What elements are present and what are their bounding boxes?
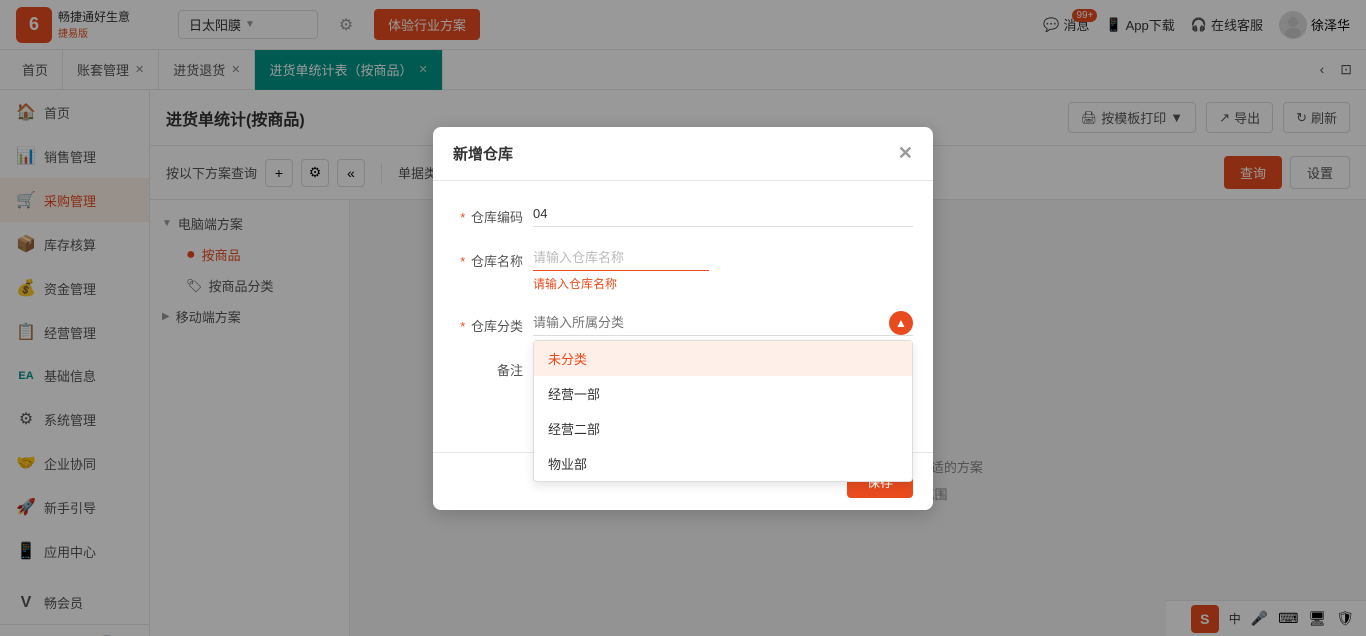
- warehouse-category-label: * 仓库分类: [453, 310, 533, 335]
- add-warehouse-modal: 新增仓库 ✕ * 仓库编码 * 仓库名称: [433, 127, 933, 510]
- category-dropdown-icon[interactable]: ▲: [889, 311, 913, 335]
- modal-overlay: 新增仓库 ✕ * 仓库编码 * 仓库名称: [0, 0, 1366, 636]
- dropdown-item-ops2[interactable]: 经营二部: [534, 411, 912, 446]
- warehouse-note-label: 备注: [453, 354, 533, 379]
- category-dropdown-list: 未分类 经营一部 经营二部 物业部: [533, 340, 913, 482]
- warehouse-code-row: * 仓库编码: [453, 201, 913, 227]
- warehouse-name-input[interactable]: [533, 245, 709, 271]
- warehouse-name-row: * 仓库名称 请输入仓库名称: [453, 245, 913, 292]
- modal-close-icon[interactable]: ✕: [898, 143, 913, 164]
- dropdown-item-property[interactable]: 物业部: [534, 446, 912, 481]
- modal-title: 新增仓库: [453, 143, 513, 164]
- warehouse-name-error: 请输入仓库名称: [533, 277, 617, 291]
- category-select-wrapper: ▲ 未分类 经营一部 经营二部 物业部: [533, 310, 913, 336]
- warehouse-category-row: * 仓库分类 ▲ 未分类 经营一部 经营二部 物业部: [453, 310, 913, 336]
- warehouse-code-input[interactable]: [533, 201, 913, 227]
- modal-body: * 仓库编码 * 仓库名称 请输入仓库名称: [433, 181, 933, 452]
- modal-header: 新增仓库 ✕: [433, 127, 933, 181]
- warehouse-name-label: * 仓库名称: [453, 245, 533, 270]
- warehouse-category-input[interactable]: [533, 310, 913, 336]
- warehouse-code-label: * 仓库编码: [453, 201, 533, 226]
- dropdown-item-unclassified[interactable]: 未分类: [534, 341, 912, 376]
- dropdown-item-ops1[interactable]: 经营一部: [534, 376, 912, 411]
